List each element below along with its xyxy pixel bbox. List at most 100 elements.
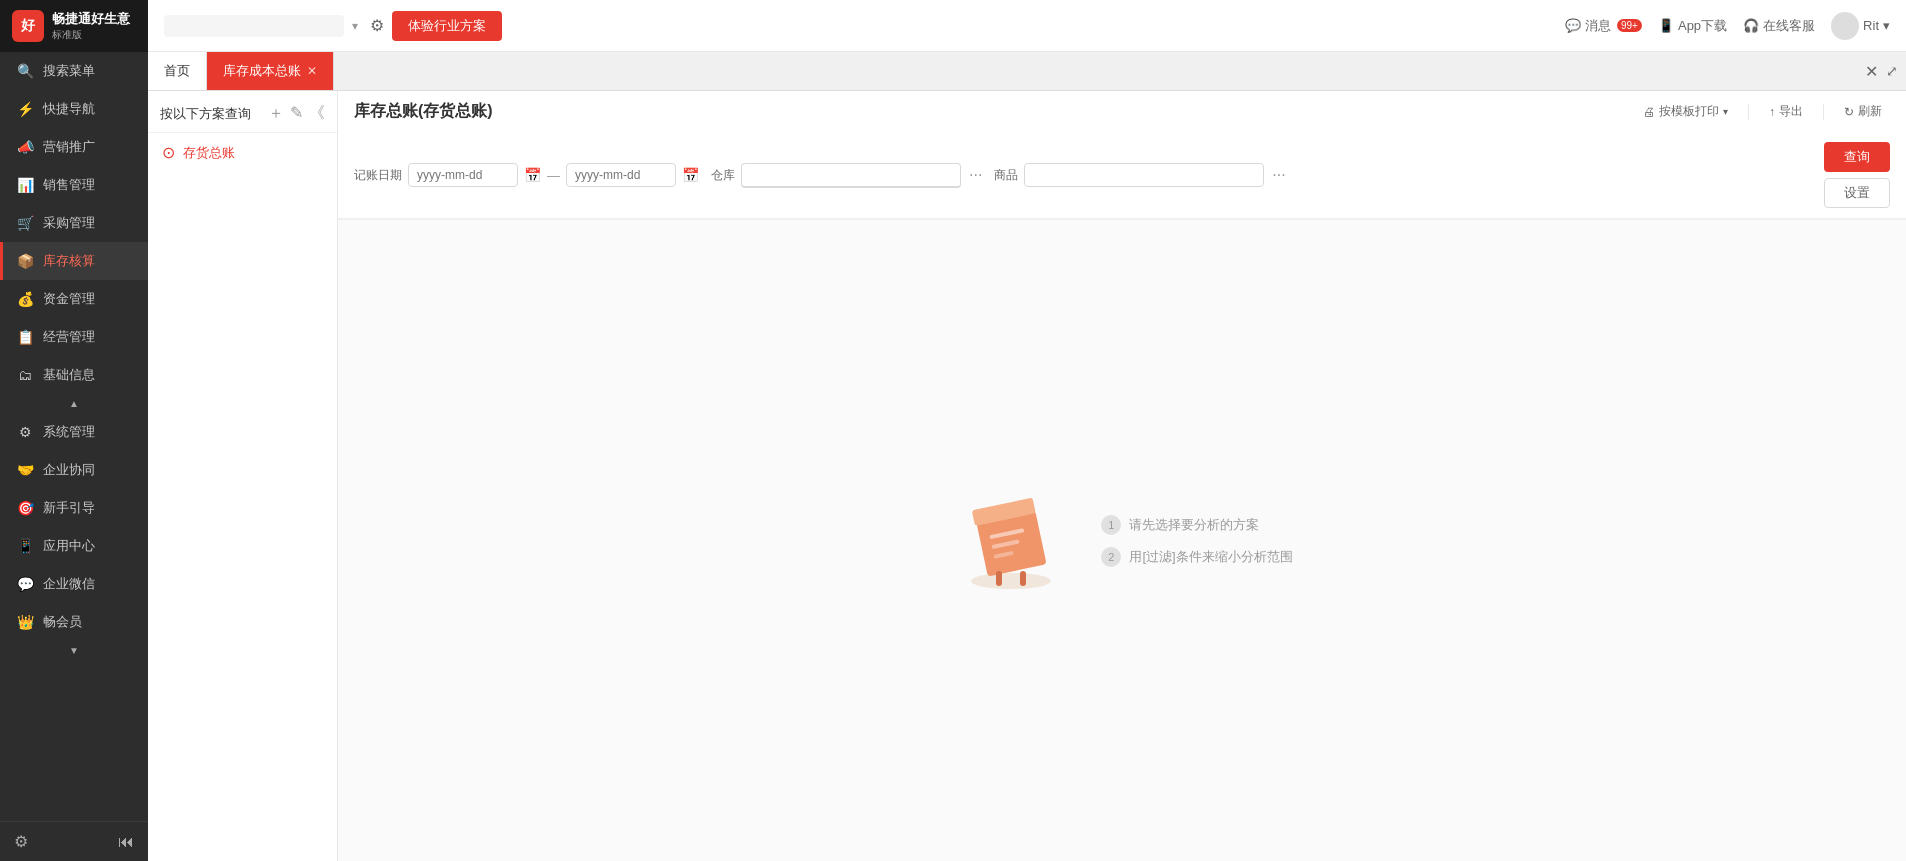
message-item[interactable]: 💬 消息 99+ <box>1565 17 1642 35</box>
date-start-input[interactable] <box>408 163 518 187</box>
svg-rect-6 <box>996 571 1002 586</box>
sidebar-item-sales[interactable]: 📊 销售管理 <box>0 166 148 204</box>
export-icon: ↑ <box>1769 105 1775 119</box>
app-center-icon: 📱 <box>15 538 35 554</box>
sidebar-item-purchase[interactable]: 🛒 采购管理 <box>0 204 148 242</box>
print-chevron-icon: ▾ <box>1723 106 1728 117</box>
settings-icon[interactable]: ⚙ <box>14 832 28 851</box>
tab-inventory-ledger[interactable]: 库存成本总账 ✕ <box>207 52 334 90</box>
topbar-chevron-icon[interactable]: ▾ <box>352 19 358 33</box>
base-info-icon: 🗂 <box>15 367 35 383</box>
filter-action-group: 查询 设置 <box>1824 142 1890 208</box>
headset-icon: 🎧 <box>1743 18 1759 33</box>
refresh-button[interactable]: ↻ 刷新 <box>1836 99 1890 124</box>
date-dash: — <box>547 168 560 183</box>
toolbar: 🖨 按模板打印 ▾ ↑ 导出 ↻ 刷新 <box>1635 99 1890 124</box>
goods-more-icon[interactable]: ··· <box>1272 166 1285 184</box>
goods-filter-group: 商品 ··· <box>994 163 1285 187</box>
warehouse-more-icon[interactable]: ··· <box>969 166 982 184</box>
export-button[interactable]: ↑ 导出 <box>1761 99 1811 124</box>
topbar: ▾ ⚙ 体验行业方案 💬 消息 99+ 📱 App下载 🎧 在线客服 Rit ▾ <box>148 0 1906 52</box>
topbar-left: ▾ ⚙ 体验行业方案 <box>164 11 502 41</box>
sidebar: 好 畅捷通好生意 标准版 🔍 搜索菜单 ⚡ 快捷导航 📣 营销推广 📊 销售管理… <box>0 0 148 861</box>
sidebar-item-inventory[interactable]: 📦 库存核算 <box>0 242 148 280</box>
topbar-gear-icon[interactable]: ⚙ <box>370 16 384 35</box>
sidebar-item-member[interactable]: 👑 畅会员 <box>0 603 148 641</box>
query-button[interactable]: 查询 <box>1824 142 1890 172</box>
main-area: ▾ ⚙ 体验行业方案 💬 消息 99+ 📱 App下载 🎧 在线客服 Rit ▾ <box>148 0 1906 861</box>
search-icon: 🔍 <box>15 63 35 79</box>
member-icon: 👑 <box>15 614 35 630</box>
empty-illustration <box>951 481 1071 601</box>
tab-close-icon[interactable]: ✕ <box>307 64 317 78</box>
logo-text: 畅捷通好生意 标准版 <box>52 11 130 41</box>
online-service-item[interactable]: 🎧 在线客服 <box>1743 17 1815 35</box>
sidebar-item-app-center[interactable]: 📱 应用中心 <box>0 527 148 565</box>
topbar-right: 💬 消息 99+ 📱 App下载 🎧 在线客服 Rit ▾ <box>1565 12 1890 40</box>
marketing-icon: 📣 <box>15 139 35 155</box>
app-logo: 好 畅捷通好生意 标准版 <box>0 0 148 52</box>
industry-button[interactable]: 体验行业方案 <box>392 11 502 41</box>
collapse-icon[interactable]: ⏮ <box>118 833 134 851</box>
tab-home[interactable]: 首页 <box>148 52 207 90</box>
sidebar-nav: 🔍 搜索菜单 ⚡ 快捷导航 📣 营销推广 📊 销售管理 🛒 采购管理 📦 库存核… <box>0 52 148 821</box>
print-icon: 🖨 <box>1643 105 1655 119</box>
guide-icon: 🎯 <box>15 500 35 516</box>
empty-state: 1 请先选择要分析的方案 2 用[过滤]条件来缩小分析范围 <box>338 220 1906 861</box>
right-panel: 库存总账(存货总账) 🖨 按模板打印 ▾ ↑ 导出 <box>338 91 1906 861</box>
page-title: 库存总账(存货总账) <box>354 101 493 122</box>
sidebar-item-guide[interactable]: 🎯 新手引导 <box>0 489 148 527</box>
sidebar-item-operations[interactable]: 📋 经营管理 <box>0 318 148 356</box>
left-panel-actions: ＋ ✎ 《 <box>268 103 325 124</box>
print-button[interactable]: 🖨 按模板打印 ▾ <box>1635 99 1736 124</box>
sidebar-item-cooperation[interactable]: 🤝 企业协同 <box>0 451 148 489</box>
empty-hint-1: 1 请先选择要分析的方案 <box>1101 515 1292 535</box>
sidebar-item-base-info[interactable]: 🗂 基础信息 <box>0 356 148 394</box>
filter-row: 记账日期 📅 — 📅 仓库 ··· 商品 <box>338 132 1906 219</box>
topbar-search-input[interactable] <box>174 19 274 33</box>
sidebar-item-search[interactable]: 🔍 搜索菜单 <box>0 52 148 90</box>
empty-hint-2: 2 用[过滤]条件来缩小分析范围 <box>1101 547 1292 567</box>
resize-icon[interactable]: ⤢ <box>1886 63 1898 79</box>
sidebar-item-system[interactable]: ⚙ 系统管理 <box>0 413 148 451</box>
scheme-item-inventory[interactable]: ⊙ 存货总账 <box>148 133 337 172</box>
cooperation-icon: 🤝 <box>15 462 35 478</box>
date-end-input[interactable] <box>566 163 676 187</box>
purchase-icon: 🛒 <box>15 215 35 231</box>
sidebar-scroll-up[interactable]: ▲ <box>0 394 148 413</box>
warehouse-input[interactable] <box>741 163 961 188</box>
sidebar-footer: ⚙ ⏮ <box>0 821 148 861</box>
settings-button[interactable]: 设置 <box>1824 178 1890 208</box>
wechat-icon: 💬 <box>15 576 35 592</box>
edit-scheme-icon[interactable]: ✎ <box>290 103 303 124</box>
sidebar-scroll-down[interactable]: ▼ <box>0 641 148 660</box>
goods-input[interactable] <box>1024 163 1264 187</box>
sidebar-item-quick-nav[interactable]: ⚡ 快捷导航 <box>0 90 148 128</box>
scheme-icon: ⊙ <box>162 143 175 162</box>
collapse-scheme-icon[interactable]: 《 <box>309 103 325 124</box>
sidebar-item-finance[interactable]: 💰 资金管理 <box>0 280 148 318</box>
sidebar-item-marketing[interactable]: 📣 营销推广 <box>0 128 148 166</box>
sidebar-item-wechat[interactable]: 💬 企业微信 <box>0 565 148 603</box>
svg-rect-7 <box>1020 571 1026 586</box>
svg-point-0 <box>971 573 1051 589</box>
calendar-end-icon[interactable]: 📅 <box>682 167 699 183</box>
app-download-icon: 📱 <box>1658 18 1674 33</box>
user-avatar[interactable]: Rit ▾ <box>1831 12 1890 40</box>
date-filter-group: 记账日期 📅 — 📅 <box>354 163 699 187</box>
finance-icon: 💰 <box>15 291 35 307</box>
calendar-start-icon[interactable]: 📅 <box>524 167 541 183</box>
app-download-item[interactable]: 📱 App下载 <box>1658 17 1727 35</box>
tabs-spacer <box>334 52 1857 90</box>
toolbar-divider-1 <box>1748 104 1749 120</box>
avatar <box>1831 12 1859 40</box>
page-header-area: 库存总账(存货总账) 🖨 按模板打印 ▾ ↑ 导出 <box>338 91 1906 220</box>
inventory-icon: 📦 <box>15 253 35 269</box>
close-panel-icon[interactable]: ✕ <box>1865 62 1878 81</box>
tabs-bar: 首页 库存成本总账 ✕ ✕ ⤢ <box>148 52 1906 91</box>
topbar-search-area[interactable] <box>164 15 344 37</box>
add-scheme-icon[interactable]: ＋ <box>268 103 284 124</box>
user-chevron-icon: ▾ <box>1883 18 1890 33</box>
toolbar-divider-2 <box>1823 104 1824 120</box>
empty-svg <box>951 481 1071 601</box>
